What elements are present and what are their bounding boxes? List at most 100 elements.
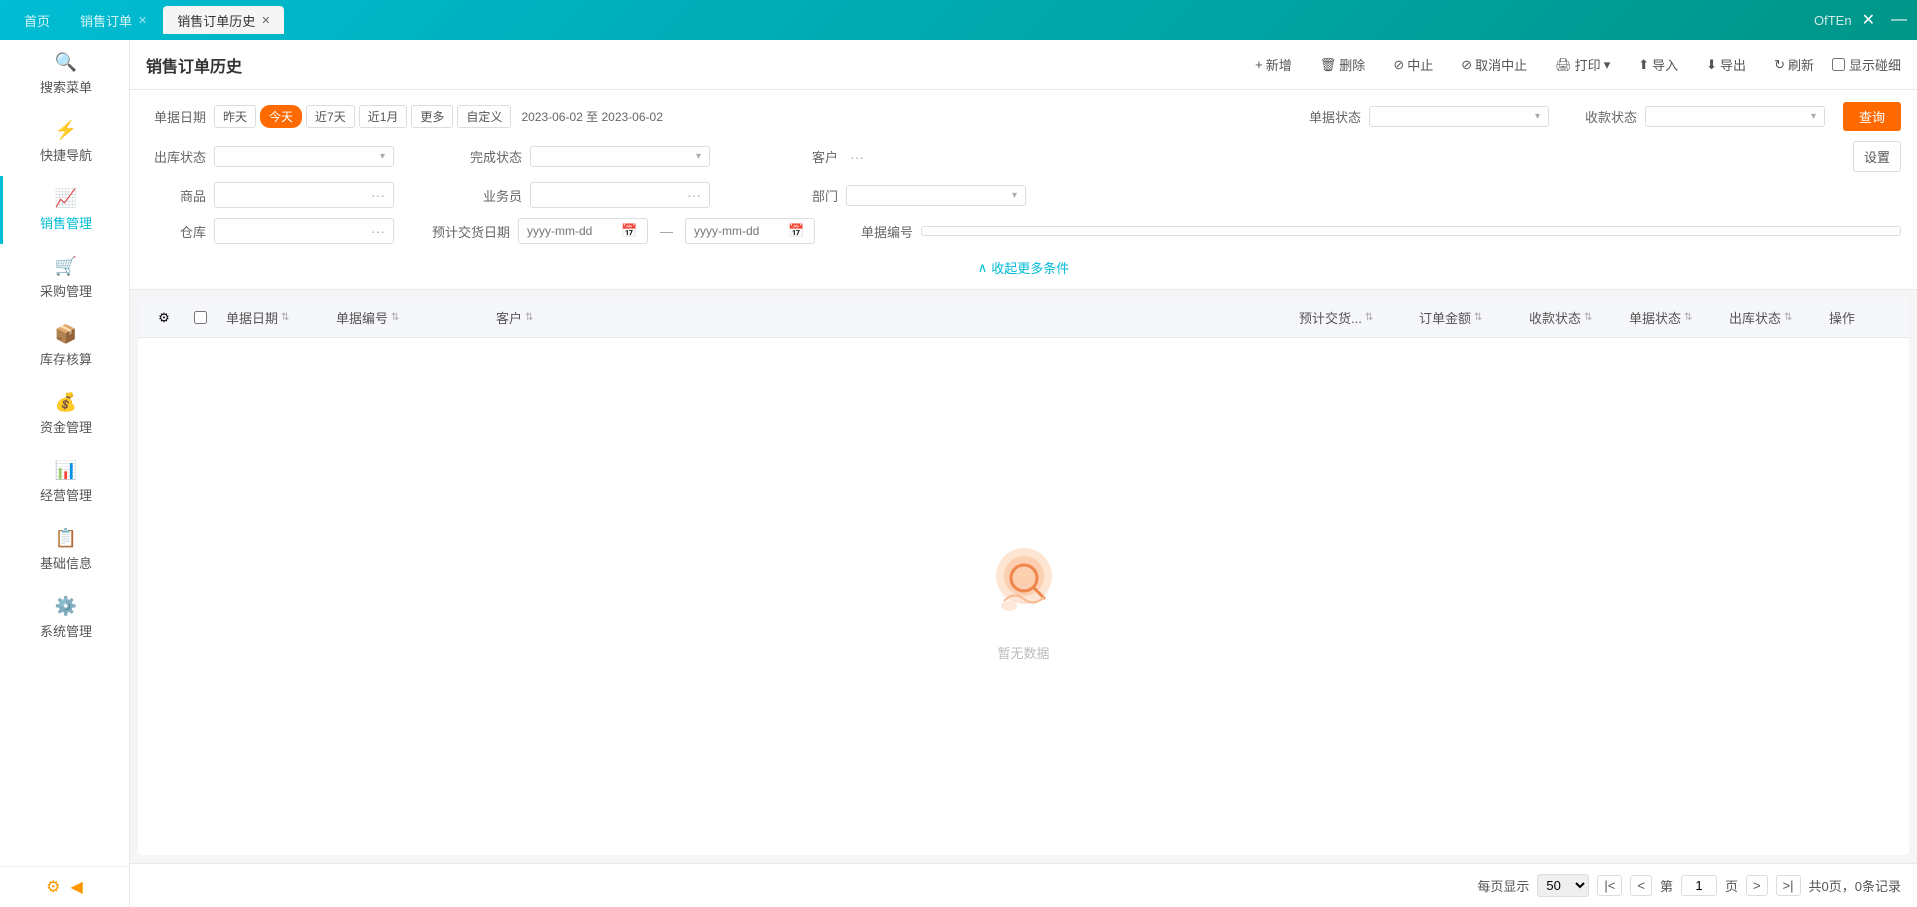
collapse-sidebar-icon[interactable]: ◀ bbox=[71, 877, 83, 897]
refresh-button[interactable]: ↻ 刷新 bbox=[1764, 50, 1824, 79]
th-no[interactable]: 单据编号 ⇅ bbox=[328, 308, 488, 327]
sidebar-label-inventory: 库存核算 bbox=[40, 349, 92, 368]
warehouse-input-wrap: ··· bbox=[214, 218, 394, 244]
receipt-status-dropdown-icon: ▾ bbox=[1811, 111, 1816, 122]
close-tab-sales-history-icon[interactable]: ✕ bbox=[261, 14, 270, 27]
delivery-date-end-field[interactable] bbox=[694, 224, 784, 238]
export-button[interactable]: ⬇ 导出 bbox=[1696, 50, 1756, 79]
complete-select[interactable]: ▾ bbox=[530, 146, 710, 167]
sidebar-item-purchase[interactable]: 🛒 采购管理 bbox=[0, 244, 129, 312]
export-icon: ⬇ bbox=[1706, 57, 1717, 73]
sidebar-item-sales[interactable]: 📈 销售管理 bbox=[0, 176, 129, 244]
per-page-label: 每页显示 bbox=[1477, 876, 1529, 895]
window-close-icon[interactable]: ✕ bbox=[1862, 10, 1875, 30]
delivery-date-end-input[interactable]: 📅 bbox=[685, 218, 815, 244]
sidebar-item-quick-nav[interactable]: ⚡ 快捷导航 bbox=[0, 108, 129, 176]
stop-icon: ⊘ bbox=[1393, 57, 1404, 73]
chevron-up-icon: ∧ bbox=[978, 260, 988, 276]
inventory-icon: 📦 bbox=[55, 324, 77, 345]
warehouse-select-icon[interactable]: ··· bbox=[371, 223, 385, 239]
date-btn-more[interactable]: 更多 bbox=[411, 105, 453, 128]
salesman-select-icon[interactable]: ··· bbox=[687, 187, 701, 203]
often-label: OfTEn bbox=[1814, 13, 1852, 28]
tab-sales-order[interactable]: 销售订单 ✕ bbox=[66, 6, 161, 34]
import-button[interactable]: ⬆ 导入 bbox=[1628, 50, 1688, 79]
settings-button[interactable]: 设置 bbox=[1853, 141, 1901, 172]
sort-no-icon: ⇅ bbox=[391, 312, 399, 323]
new-button[interactable]: + 新增 bbox=[1245, 50, 1302, 79]
tab-home[interactable]: 首页 bbox=[10, 6, 64, 34]
stop-button[interactable]: ⊘ 中止 bbox=[1383, 50, 1443, 79]
sidebar-item-finance[interactable]: 💰 资金管理 bbox=[0, 380, 129, 448]
th-outstock[interactable]: 出库状态 ⇅ bbox=[1721, 308, 1821, 327]
tab-sales-order-history[interactable]: 销售订单历史 ✕ bbox=[163, 6, 284, 34]
th-receipt[interactable]: 收款状态 ⇅ bbox=[1521, 308, 1621, 327]
sidebar-label-basic-info: 基础信息 bbox=[40, 553, 92, 572]
th-date[interactable]: 单据日期 ⇅ bbox=[218, 308, 328, 327]
th-amount[interactable]: 订单金额 ⇅ bbox=[1411, 308, 1521, 327]
goods-input-wrap: ··· bbox=[214, 182, 394, 208]
print-button[interactable]: 🖨 打印 ▾ bbox=[1545, 50, 1620, 79]
table-settings-icon-cell[interactable]: ⚙ bbox=[146, 310, 182, 326]
delivery-date-start-field[interactable] bbox=[527, 224, 617, 238]
window-minimize-icon[interactable]: — bbox=[1891, 11, 1907, 29]
dept-select[interactable]: ▾ bbox=[846, 185, 1026, 206]
sidebar-item-search[interactable]: 🔍 搜索菜单 bbox=[0, 40, 129, 108]
sidebar-item-operations[interactable]: 📊 经营管理 bbox=[0, 448, 129, 516]
th-delivery[interactable]: 预计交货... ⇅ bbox=[1291, 308, 1411, 327]
display-cols-checkbox-label: 显示碰细 bbox=[1832, 55, 1901, 74]
receipt-status-filter-label: 收款状态 bbox=[1577, 107, 1637, 126]
outstock-select[interactable]: ▾ bbox=[214, 146, 394, 167]
sidebar-label-search: 搜索菜单 bbox=[40, 77, 92, 96]
close-tab-sales-order-icon[interactable]: ✕ bbox=[138, 14, 147, 27]
date-btn-today[interactable]: 今天 bbox=[260, 105, 302, 128]
doc-status-select[interactable]: ▾ bbox=[1369, 106, 1549, 127]
toolbar: + 新增 🗑 删除 ⊘ 中止 ⊘ 取消中止 🖨 打印 bbox=[1245, 50, 1901, 79]
table-select-all-cell[interactable] bbox=[182, 311, 218, 324]
settings-bottom-icon[interactable]: ⚙ bbox=[46, 877, 60, 897]
last-page-btn[interactable]: >| bbox=[1776, 875, 1801, 896]
complete-filter-label: 完成状态 bbox=[462, 147, 522, 166]
lightning-icon: ⚡ bbox=[55, 120, 77, 141]
status-filter-label: 单据状态 bbox=[1301, 107, 1361, 126]
display-cols-checkbox[interactable] bbox=[1832, 58, 1845, 71]
goods-select-icon[interactable]: ··· bbox=[371, 187, 385, 203]
sidebar-label-system: 系统管理 bbox=[40, 621, 92, 640]
first-page-btn[interactable]: |< bbox=[1597, 875, 1622, 896]
cancel-stop-button[interactable]: ⊘ 取消中止 bbox=[1451, 50, 1537, 79]
sidebar-label-purchase: 采购管理 bbox=[40, 281, 92, 300]
filter-row-date: 单据日期 昨天 今天 近7天 近1月 更多 自定义 2023-06-02 至 2… bbox=[146, 102, 1901, 131]
receipt-status-select[interactable]: ▾ bbox=[1645, 106, 1825, 127]
print-dropdown-icon: ▾ bbox=[1604, 57, 1611, 73]
delivery-date-start-input[interactable]: 📅 bbox=[518, 218, 648, 244]
page-number-input[interactable] bbox=[1681, 875, 1717, 896]
doc-no-input[interactable] bbox=[921, 226, 1901, 236]
sidebar-item-system[interactable]: ⚙️ 系统管理 bbox=[0, 584, 129, 652]
refresh-icon: ↻ bbox=[1774, 57, 1785, 73]
sort-amount-icon: ⇅ bbox=[1474, 312, 1482, 323]
date-btn-1month[interactable]: 近1月 bbox=[359, 105, 408, 128]
date-btn-custom[interactable]: 自定义 bbox=[457, 105, 511, 128]
import-icon: ⬆ bbox=[1638, 57, 1649, 73]
tab-bar: 首页 销售订单 ✕ 销售订单历史 ✕ bbox=[10, 6, 1814, 34]
collapse-more-btn[interactable]: ∧ 收起更多条件 bbox=[146, 254, 1901, 277]
per-page-select[interactable]: 50 20 100 bbox=[1537, 874, 1589, 897]
sidebar-label-operations: 经营管理 bbox=[40, 485, 92, 504]
customer-select-icon[interactable]: ··· bbox=[850, 149, 864, 165]
delivery-date-end-calendar-icon[interactable]: 📅 bbox=[788, 223, 804, 239]
select-all-checkbox[interactable] bbox=[194, 311, 207, 324]
delivery-date-start-calendar-icon[interactable]: 📅 bbox=[621, 223, 637, 239]
date-btn-7days[interactable]: 近7天 bbox=[306, 105, 355, 128]
query-btn-group: 查询 bbox=[1843, 102, 1901, 131]
delete-button[interactable]: 🗑 删除 bbox=[1310, 50, 1376, 79]
sidebar-item-basic-info[interactable]: 📋 基础信息 bbox=[0, 516, 129, 584]
next-page-btn[interactable]: > bbox=[1746, 875, 1768, 896]
sort-outstock-icon: ⇅ bbox=[1784, 312, 1792, 323]
prev-page-btn[interactable]: < bbox=[1630, 875, 1652, 896]
sort-date-icon: ⇅ bbox=[281, 312, 289, 323]
sidebar-item-inventory[interactable]: 📦 库存核算 bbox=[0, 312, 129, 380]
th-status[interactable]: 单据状态 ⇅ bbox=[1621, 308, 1721, 327]
th-customer[interactable]: 客户 ⇅ bbox=[488, 308, 1291, 327]
query-button[interactable]: 查询 bbox=[1843, 102, 1901, 131]
date-btn-yesterday[interactable]: 昨天 bbox=[214, 105, 256, 128]
